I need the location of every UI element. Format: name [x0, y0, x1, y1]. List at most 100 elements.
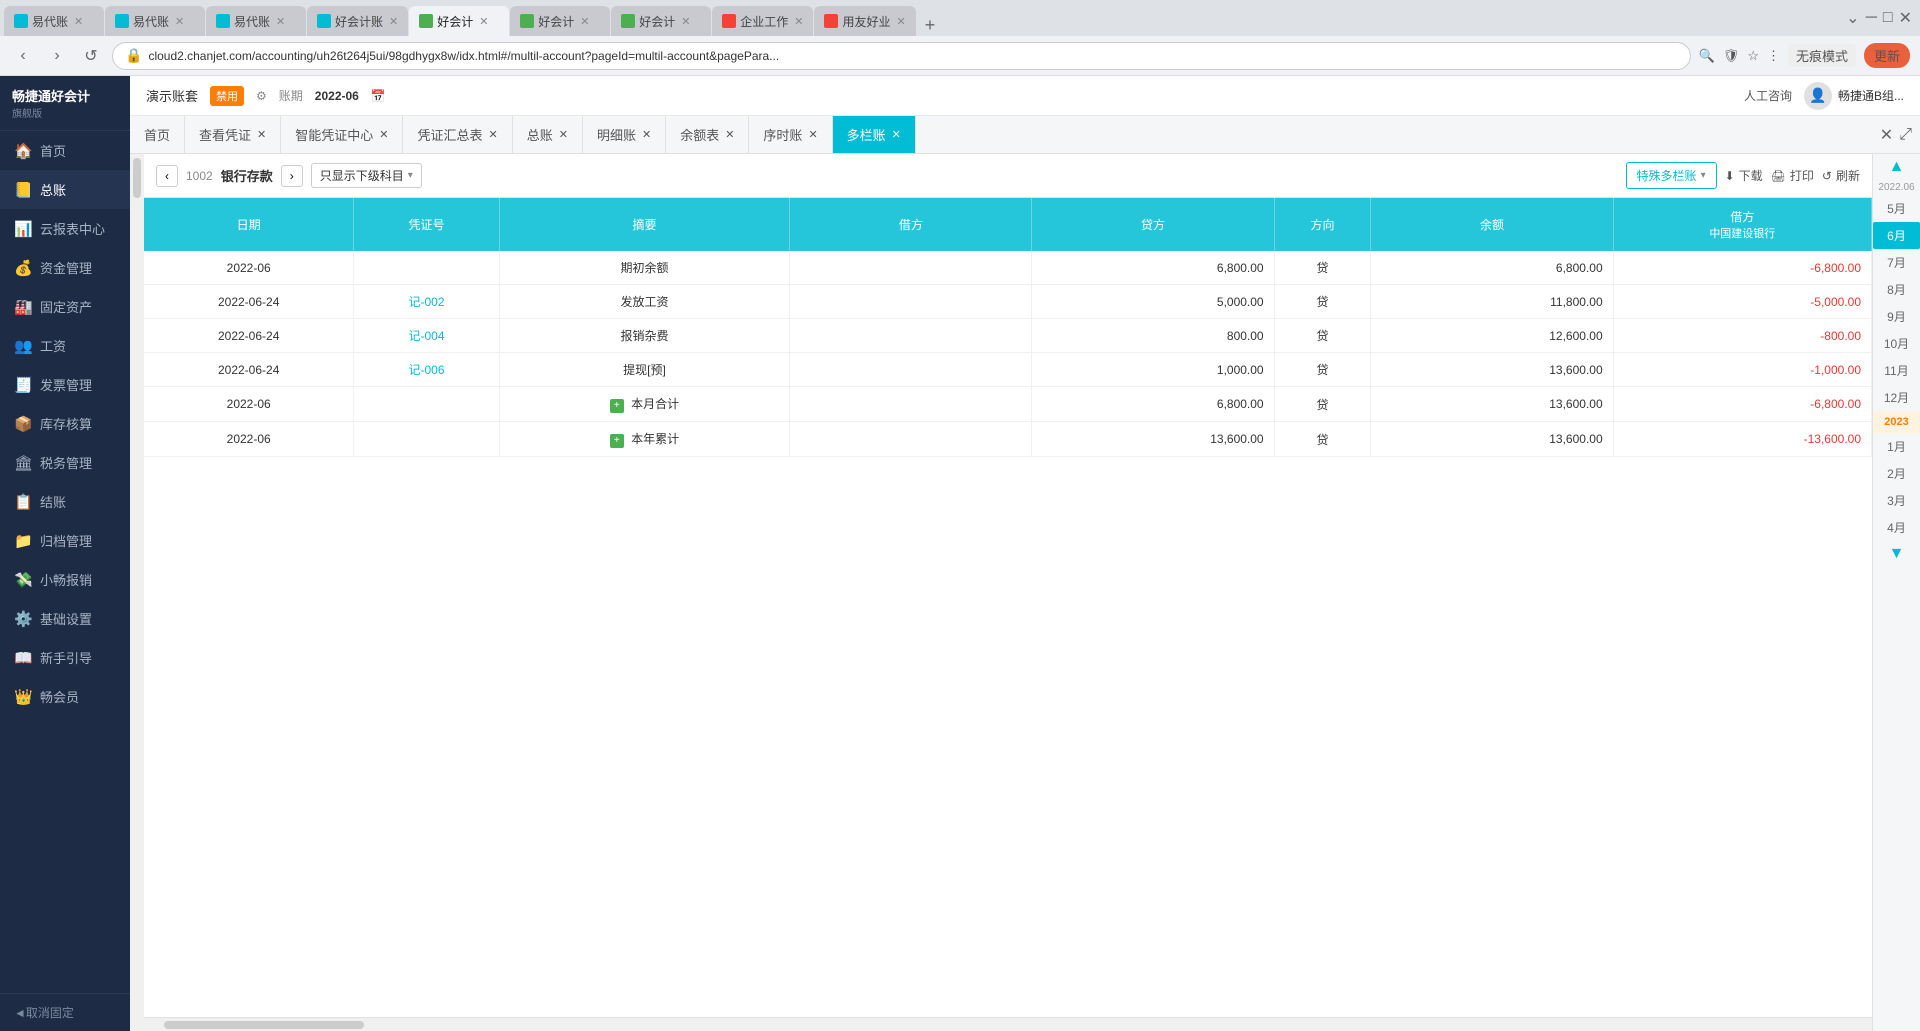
browser-tab-6[interactable]: 好会计 ✕	[510, 6, 610, 36]
browser-tab-7[interactable]: 好会计 ✕	[611, 6, 711, 36]
tab-close-5[interactable]: ✕	[479, 15, 488, 28]
calendar-month-aug[interactable]: 8月	[1873, 276, 1920, 303]
browser-tab-5[interactable]: 好会计 ✕	[409, 6, 509, 36]
tab-close-multi-column[interactable]: ✕	[892, 128, 901, 141]
sidebar-item-invoice[interactable]: 🧾 发票管理	[0, 365, 130, 404]
back-button[interactable]: ‹	[10, 43, 36, 69]
print-button[interactable]: 🖨 打印	[1771, 167, 1814, 184]
closing-icon: 📋	[14, 493, 32, 511]
search-icon[interactable]: 🔍	[1699, 48, 1715, 64]
expand-panel-icon[interactable]: ⤢	[1899, 126, 1912, 144]
consult-button[interactable]: 人工咨询	[1744, 87, 1792, 104]
calendar-month-may[interactable]: 5月	[1873, 195, 1920, 222]
tab-view-voucher[interactable]: 查看凭证 ✕	[185, 116, 281, 154]
h-scroll-thumb[interactable]	[164, 1021, 364, 1029]
tab-close-view-voucher[interactable]: ✕	[257, 128, 266, 141]
forward-button[interactable]: ›	[44, 43, 70, 69]
horizontal-scrollbar[interactable]	[144, 1017, 1872, 1031]
download-button[interactable]: ⬇ 下载	[1725, 167, 1763, 184]
sidebar-item-salary[interactable]: 👥 工资	[0, 326, 130, 365]
close-panel-icon[interactable]: ✕	[1880, 125, 1893, 145]
sidebar-item-inventory[interactable]: 📦 库存核算	[0, 404, 130, 443]
tab-close-2[interactable]: ✕	[175, 15, 184, 28]
sidebar-item-guide[interactable]: 📖 新手引导	[0, 638, 130, 677]
tab-close-sequence-ledger[interactable]: ✕	[808, 128, 817, 141]
add-tab-button[interactable]: +	[917, 15, 944, 36]
tab-smart-voucher[interactable]: 智能凭证中心 ✕	[281, 116, 403, 154]
url-bar[interactable]: 🔒 cloud2.chanjet.com/accounting/uh26t264…	[112, 42, 1691, 70]
sidebar-item-closing[interactable]: 📋 结账	[0, 482, 130, 521]
tab-general-ledger[interactable]: 总账 ✕	[513, 116, 583, 154]
sidebar-item-ledger[interactable]: 📒 总账	[0, 170, 130, 209]
calendar-month-jan-2023[interactable]: 1月	[1873, 433, 1920, 460]
table-scroll-area[interactable]: 日期 凭证号 摘要 借方 贷方 方向 余额 借方 中国建	[144, 198, 1872, 1017]
tab-close-detail-ledger[interactable]: ✕	[642, 128, 651, 141]
tab-sequence-ledger[interactable]: 序时账 ✕	[749, 116, 832, 154]
tab-close-3[interactable]: ✕	[276, 15, 285, 28]
next-account-button[interactable]: ›	[281, 165, 303, 187]
tab-close-smart-voucher[interactable]: ✕	[379, 128, 388, 141]
sidebar-item-archive[interactable]: 📁 归档管理	[0, 521, 130, 560]
browser-tab-3[interactable]: 易代账 ✕	[206, 6, 306, 36]
tab-close-9[interactable]: ✕	[896, 15, 905, 28]
cell-voucher-3[interactable]: 记-006	[354, 353, 499, 387]
sidebar-item-home[interactable]: 🏠 首页	[0, 131, 130, 170]
cell-voucher-1[interactable]: 记-002	[354, 285, 499, 319]
tab-close-1[interactable]: ✕	[74, 15, 83, 28]
browser-tab-9[interactable]: 用友好业 ✕	[814, 6, 915, 36]
tab-multi-column[interactable]: 多栏账 ✕	[833, 116, 916, 154]
update-button[interactable]: 更新	[1864, 43, 1910, 68]
shield-icon[interactable]: 🛡	[1723, 48, 1740, 64]
prev-account-button[interactable]: ‹	[156, 165, 178, 187]
browser-tab-8[interactable]: 企业工作 ✕	[712, 6, 813, 36]
window-close-icon[interactable]: ✕	[1899, 8, 1912, 28]
calendar-down-arrow[interactable]: ▼	[1873, 541, 1920, 567]
tab-close-balance[interactable]: ✕	[725, 128, 734, 141]
maximize-icon[interactable]: □	[1883, 9, 1893, 27]
calendar-month-oct[interactable]: 10月	[1873, 330, 1920, 357]
calendar-month-jun[interactable]: 6月	[1873, 222, 1920, 249]
calendar-month-sep[interactable]: 9月	[1873, 303, 1920, 330]
calendar-month-dec[interactable]: 12月	[1873, 384, 1920, 411]
calendar-up-arrow[interactable]: ▲	[1873, 154, 1920, 180]
tab-close-6[interactable]: ✕	[580, 15, 589, 28]
tab-voucher-summary[interactable]: 凭证汇总表 ✕	[403, 116, 512, 154]
tab-home[interactable]: 首页	[130, 116, 185, 154]
calendar-month-nov[interactable]: 11月	[1873, 357, 1920, 384]
tab-detail-ledger[interactable]: 明细账 ✕	[583, 116, 666, 154]
browser-tab-2[interactable]: 易代账 ✕	[105, 6, 205, 36]
browser-tab-4[interactable]: 好会计账 ✕	[307, 6, 408, 36]
browser-tab-1[interactable]: 易代账 ✕	[4, 6, 104, 36]
sidebar-item-expense[interactable]: 💸 小畅报销	[0, 560, 130, 599]
refresh-table-button[interactable]: ↺ 刷新	[1822, 167, 1860, 184]
sidebar-item-assets[interactable]: 🏭 固定资产	[0, 287, 130, 326]
refresh-browser-button[interactable]: ↺	[78, 43, 104, 69]
star-icon[interactable]: ☆	[1747, 48, 1759, 64]
sidebar-unpin-button[interactable]: ◄取消固定	[0, 993, 130, 1031]
special-multi-label: 特殊多栏账	[1637, 167, 1697, 184]
sidebar-item-reports[interactable]: 📊 云报表中心	[0, 209, 130, 248]
cell-voucher-2[interactable]: 记-004	[354, 319, 499, 353]
tab-list-icon[interactable]: ⌄	[1846, 8, 1859, 28]
minimize-icon[interactable]: ─	[1866, 9, 1877, 27]
sidebar-item-tax[interactable]: 🏛 税务管理	[0, 443, 130, 482]
calendar-month-feb-2023[interactable]: 2月	[1873, 460, 1920, 487]
browser-menu-icon[interactable]: ⋮	[1767, 48, 1780, 64]
sidebar-item-vip[interactable]: 👑 畅会员	[0, 677, 130, 716]
special-multi-button[interactable]: 特殊多栏账 ▾	[1626, 162, 1717, 189]
calendar-icon[interactable]: 📅	[371, 89, 386, 103]
sidebar-item-funds[interactable]: 💰 资金管理	[0, 248, 130, 287]
tab-close-8[interactable]: ✕	[794, 15, 803, 28]
tab-close-voucher-summary[interactable]: ✕	[489, 128, 498, 141]
tab-close-general-ledger[interactable]: ✕	[559, 128, 568, 141]
account-filter-dropdown[interactable]: 只显示下级科目 ▾	[311, 163, 422, 188]
settings-gear-icon[interactable]: ⚙	[256, 89, 267, 103]
tab-close-7[interactable]: ✕	[681, 15, 690, 28]
calendar-month-mar-2023[interactable]: 3月	[1873, 487, 1920, 514]
calendar-month-jul[interactable]: 7月	[1873, 249, 1920, 276]
scroll-thumb[interactable]	[133, 158, 141, 198]
calendar-month-apr-2023[interactable]: 4月	[1873, 514, 1920, 541]
tab-close-4[interactable]: ✕	[389, 15, 398, 28]
sidebar-item-settings[interactable]: ⚙️ 基础设置	[0, 599, 130, 638]
tab-balance[interactable]: 余额表 ✕	[666, 116, 749, 154]
